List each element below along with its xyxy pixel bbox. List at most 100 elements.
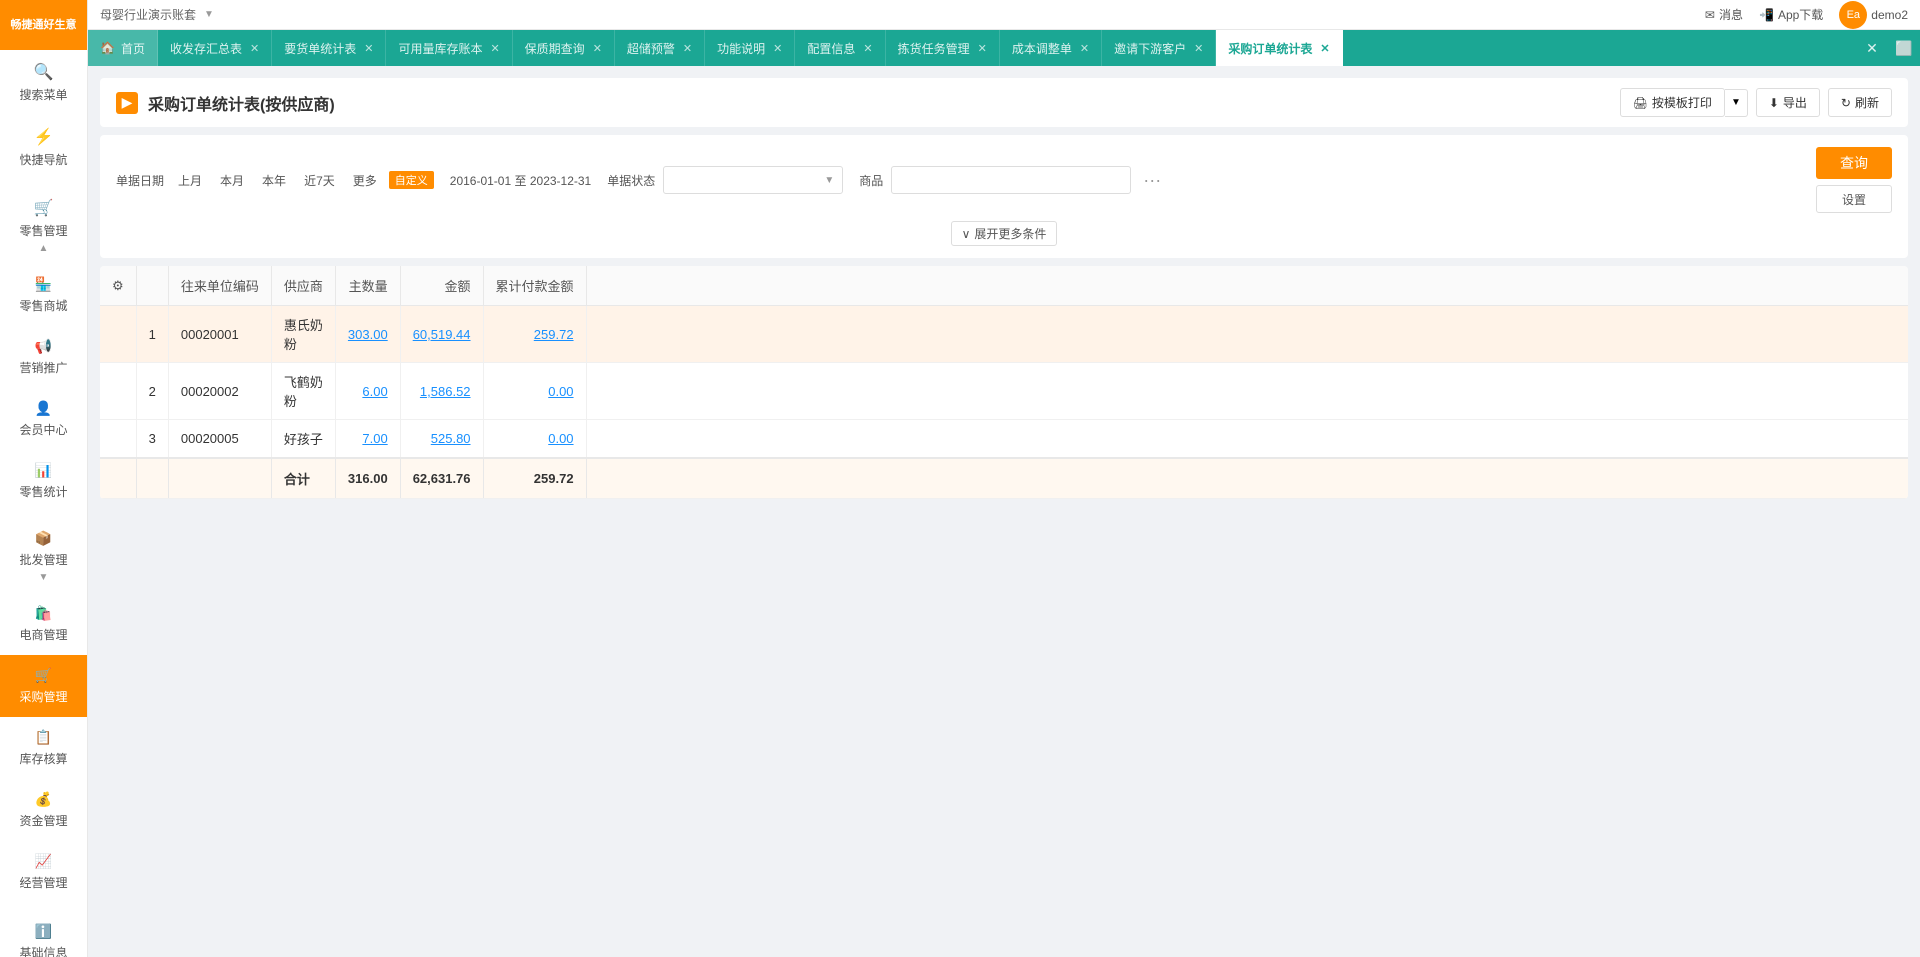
- date-shortcut-thismonth[interactable]: 本月: [214, 170, 250, 191]
- date-shortcut-7days[interactable]: 近7天: [298, 170, 341, 191]
- table-row[interactable]: 1 00020001 惠氏奶粉 303.00 60,519.44 259.72: [100, 306, 1908, 363]
- date-shortcut-more[interactable]: 更多: [347, 170, 383, 191]
- table-header: ⚙ 往来单位编码 供应商 主数量 金额 累计付款金额: [100, 266, 1908, 306]
- sidebar-item-purchase[interactable]: 🛒 采购管理: [0, 655, 88, 717]
- qty-link[interactable]: 6.00: [348, 384, 388, 399]
- tab-baoquan[interactable]: 保质期查询 ✕: [513, 30, 615, 66]
- page-content: ▶ 采购订单统计表(按供应商) 🖨 按模板打印 ▼ ⬇ 导出 ↻ 刷新: [88, 66, 1920, 957]
- export-button[interactable]: ⬇ 导出: [1756, 88, 1820, 117]
- tab-shofahu[interactable]: 收发存汇总表 ✕: [158, 30, 272, 66]
- tab-chengben[interactable]: 成本调整单 ✕: [1000, 30, 1102, 66]
- close-icon[interactable]: ✕: [683, 42, 692, 55]
- table-row[interactable]: 3 00020005 好孩子 7.00 525.80 0.00: [100, 420, 1908, 459]
- close-icon[interactable]: ✕: [773, 42, 782, 55]
- user-profile-button[interactable]: Ea demo2: [1839, 1, 1908, 29]
- header-row: ⚙ 往来单位编码 供应商 主数量 金额 累计付款金额: [100, 266, 1908, 306]
- sidebar-item-retail[interactable]: 🛒 零售管理 ▲: [0, 188, 88, 264]
- sidebar-item-label: 营销推广: [19, 359, 67, 376]
- amount-link[interactable]: 60,519.44: [413, 327, 471, 342]
- status-select[interactable]: ▼: [663, 166, 843, 194]
- sidebar-item-retail-stats[interactable]: 📊 零售统计: [0, 450, 88, 512]
- td-checkbox[interactable]: [100, 363, 136, 420]
- sidebar-item-label: 资金管理: [19, 812, 67, 829]
- tab-bar: 🏠 首页 收发存汇总表 ✕ 要货单统计表 ✕ 可用量库存账本 ✕ 保质期查询 ✕…: [88, 30, 1920, 66]
- sidebar-item-shortcut[interactable]: ⚡ 快捷导航: [0, 115, 88, 180]
- print-button[interactable]: 🖨 按模板打印: [1620, 88, 1725, 117]
- close-window-button[interactable]: ✕: [1856, 30, 1888, 66]
- action-buttons: 查询 设置: [1816, 147, 1892, 213]
- tab-jianhua[interactable]: 拣货任务管理 ✕: [886, 30, 1000, 66]
- tab-peizhi[interactable]: 配置信息 ✕: [795, 30, 885, 66]
- app-download-button[interactable]: 📲 App下载: [1759, 6, 1823, 23]
- refresh-button[interactable]: ↻ 刷新: [1828, 88, 1892, 117]
- top-bar-actions: ✉ 消息 📲 App下载 Ea demo2: [1705, 1, 1908, 29]
- amount-link[interactable]: 525.80: [413, 431, 471, 446]
- close-icon[interactable]: ✕: [1194, 42, 1203, 55]
- purchase-summary-table: ⚙ 往来单位编码 供应商 主数量 金额 累计付款金额 1 00020001: [100, 266, 1908, 499]
- maximize-button[interactable]: ⬜: [1888, 30, 1920, 66]
- sidebar-item-shop[interactable]: 🏪 零售商城: [0, 264, 88, 326]
- close-icon[interactable]: ✕: [593, 42, 602, 55]
- close-icon[interactable]: ✕: [1080, 42, 1089, 55]
- date-shortcut-thisyear[interactable]: 本年: [256, 170, 292, 191]
- th-settings[interactable]: ⚙: [100, 266, 136, 306]
- finance-icon: 💰: [35, 791, 52, 808]
- close-icon[interactable]: ✕: [978, 42, 987, 55]
- date-shortcut-lastmonth[interactable]: 上月: [172, 170, 208, 191]
- close-icon[interactable]: ✕: [490, 42, 499, 55]
- operations-icon: 📈: [35, 853, 52, 870]
- expand-filter-button[interactable]: ∨ 展开更多条件: [951, 221, 1058, 246]
- sidebar-item-wholesale[interactable]: 📦 批发管理 ▼: [0, 520, 88, 593]
- qty-link[interactable]: 7.00: [348, 431, 388, 446]
- sidebar-item-search[interactable]: 🔍 搜索菜单: [0, 50, 88, 115]
- paid-link[interactable]: 0.00: [496, 431, 574, 446]
- tab-gongneng[interactable]: 功能说明 ✕: [705, 30, 795, 66]
- sidebar-item-ecommerce[interactable]: 🛍️ 电商管理: [0, 593, 88, 655]
- sidebar-item-label: 批发管理: [19, 551, 67, 568]
- tab-caigou[interactable]: 采购订单统计表 ✕: [1216, 30, 1342, 66]
- sidebar-item-basic[interactable]: ℹ️ 基础信息: [0, 911, 88, 957]
- tab-keyongliang[interactable]: 可用量库存账本 ✕: [386, 30, 512, 66]
- print-dropdown-button[interactable]: ▼: [1725, 89, 1748, 117]
- status-filter: 单据状态 ▼: [607, 166, 843, 194]
- sidebar-item-member[interactable]: 👤 会员中心: [0, 388, 88, 450]
- close-icon[interactable]: ✕: [863, 42, 872, 55]
- filter-row-1: 单据日期 上月 本月 本年 近7天 更多 自定义 2016-01-01 至 2: [116, 147, 1892, 213]
- close-icon[interactable]: ✕: [364, 42, 373, 55]
- paid-link[interactable]: 0.00: [496, 384, 574, 399]
- td-amount: 1,586.52: [400, 363, 483, 420]
- tab-yaoqing[interactable]: 邀请下游客户 ✕: [1102, 30, 1216, 66]
- td-checkbox[interactable]: [100, 420, 136, 459]
- date-range-display: 2016-01-01 至 2023-12-31: [450, 172, 591, 189]
- more-options-icon[interactable]: ···: [1143, 170, 1161, 191]
- th-qty: 主数量: [335, 266, 400, 306]
- sidebar-item-label: 会员中心: [19, 421, 67, 438]
- tab-home[interactable]: 🏠 首页: [88, 30, 158, 66]
- sidebar-item-marketing[interactable]: 📢 营销推广: [0, 326, 88, 388]
- download-icon: 📲: [1759, 8, 1774, 22]
- td-checkbox[interactable]: [100, 306, 136, 363]
- close-icon[interactable]: ✕: [1320, 42, 1329, 55]
- paid-link[interactable]: 259.72: [496, 327, 574, 342]
- amount-link[interactable]: 1,586.52: [413, 384, 471, 399]
- chevron-down-icon: ∨: [962, 227, 971, 241]
- sidebar-item-inventory[interactable]: 📋 库存核算: [0, 717, 88, 779]
- sidebar-item-finance[interactable]: 💰 资金管理: [0, 779, 88, 841]
- td-paid: 0.00: [483, 363, 586, 420]
- goods-input[interactable]: [891, 166, 1131, 194]
- filter-toggle-button[interactable]: ▶: [116, 92, 138, 114]
- data-table-container: ⚙ 往来单位编码 供应商 主数量 金额 累计付款金额 1 00020001: [100, 266, 1908, 499]
- close-icon[interactable]: ✕: [250, 42, 259, 55]
- tab-yaohuo[interactable]: 要货单统计表 ✕: [272, 30, 386, 66]
- purchase-icon: 🛒: [35, 667, 52, 684]
- search-button[interactable]: 查询: [1816, 147, 1892, 179]
- message-button[interactable]: ✉ 消息: [1705, 6, 1743, 23]
- qty-link[interactable]: 303.00: [348, 327, 388, 342]
- tab-chaochuyujing[interactable]: 超储预警 ✕: [615, 30, 705, 66]
- chevron-down-icon: ▼: [824, 175, 834, 186]
- table-row[interactable]: 2 00020002 飞鹤奶粉 6.00 1,586.52 0.00: [100, 363, 1908, 420]
- date-custom-tag[interactable]: 自定义: [389, 171, 434, 189]
- settings-button[interactable]: 设置: [1816, 185, 1892, 213]
- sidebar-item-operations[interactable]: 📈 经营管理: [0, 841, 88, 903]
- th-supplier: 供应商: [271, 266, 335, 306]
